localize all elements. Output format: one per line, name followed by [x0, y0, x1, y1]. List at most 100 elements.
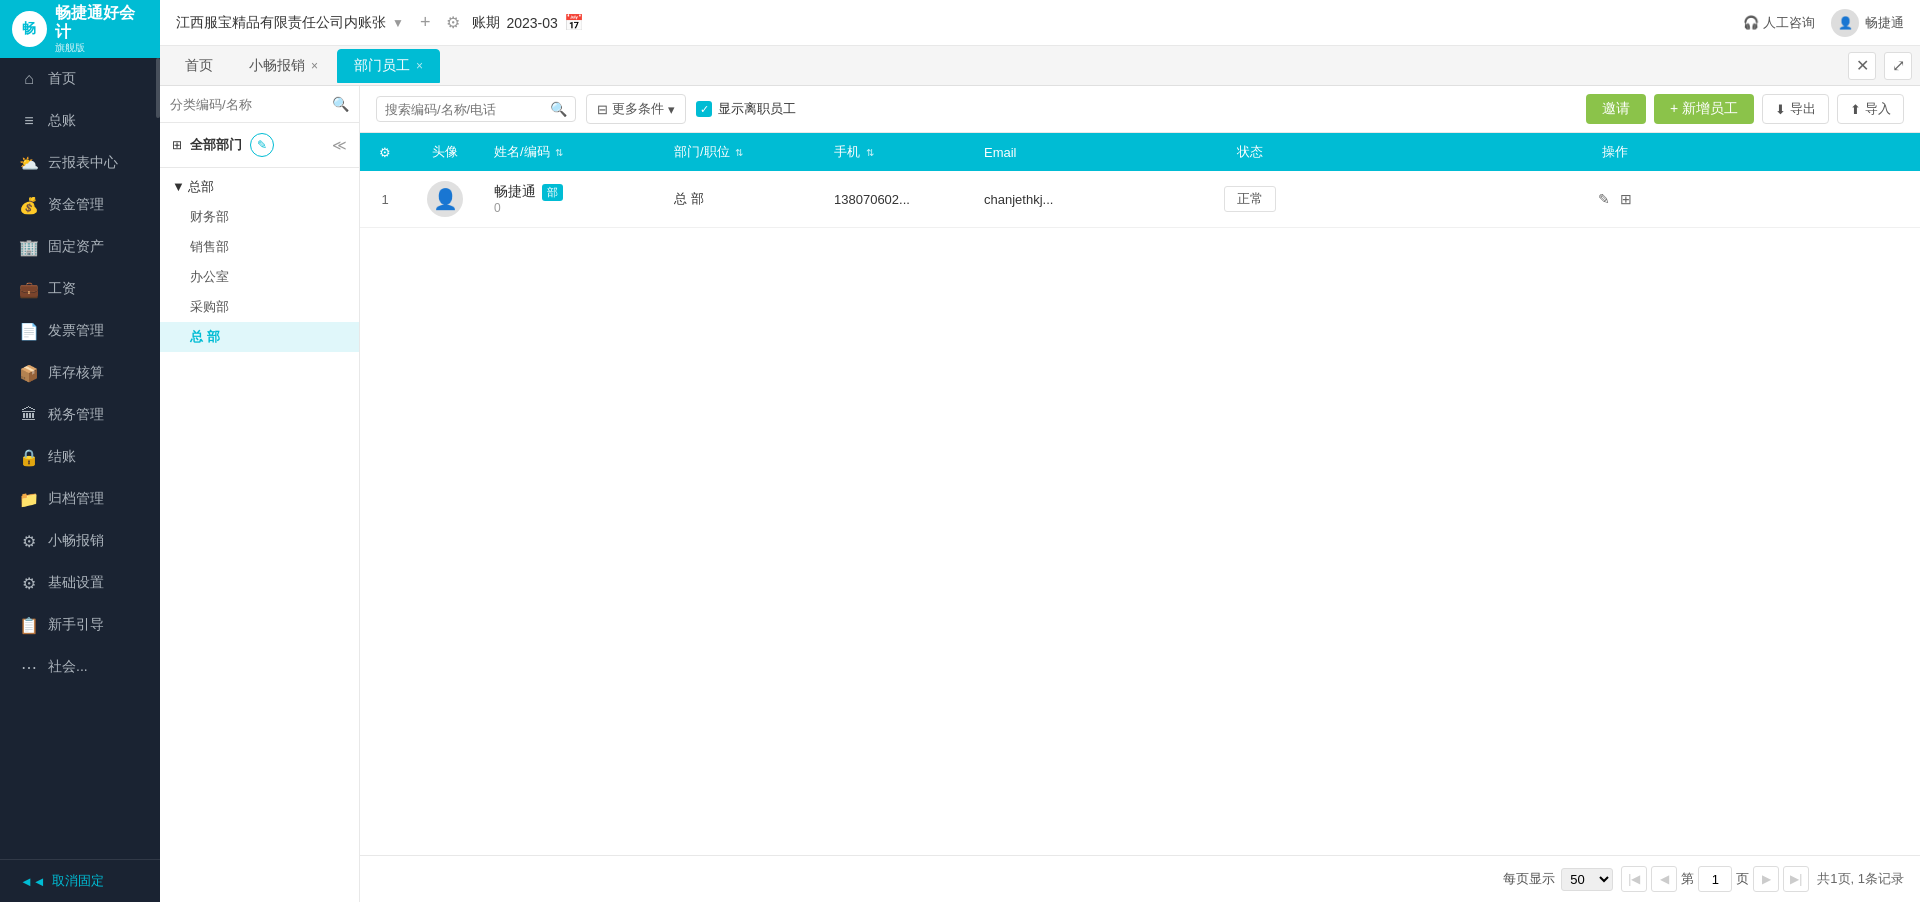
- gear-settings-icon[interactable]: ⚙: [379, 145, 391, 160]
- sidebar-item-more[interactable]: ⋯ 社会...: [0, 646, 160, 688]
- pager-prev-button[interactable]: ◀: [1651, 866, 1677, 892]
- dept-badge: 部: [542, 184, 563, 201]
- sidebar-item-label-tax: 税务管理: [48, 406, 104, 424]
- sidebar-item-general-ledger[interactable]: ≡ 总账: [0, 100, 160, 142]
- filter-icon: ⊟: [597, 102, 608, 117]
- sidebar-pin-toggle[interactable]: ◄◄ 取消固定: [0, 859, 160, 902]
- sidebar-item-label-bs: 基础设置: [48, 574, 104, 592]
- sidebar-item-label-fund: 资金管理: [48, 196, 104, 214]
- dept-edit-button[interactable]: ✎: [250, 133, 274, 157]
- invoice-icon: 📄: [20, 322, 38, 340]
- export-button[interactable]: ⬇ 导出: [1762, 94, 1829, 124]
- topbar-right: 🎧 人工咨询 👤 畅捷通: [1743, 9, 1904, 37]
- pager-first-button[interactable]: |◀: [1621, 866, 1647, 892]
- tab-close-button[interactable]: ✕: [1848, 52, 1876, 80]
- cloud-icon: ⛅: [20, 154, 38, 172]
- filter-button[interactable]: ⊟ 更多条件 ▾: [586, 94, 686, 124]
- filter-chevron-icon: ▾: [668, 102, 675, 117]
- dept-tree: ▼ 总部 财务部 销售部 办公室 采购部 总 部: [160, 168, 359, 902]
- invite-button[interactable]: 邀请: [1586, 94, 1646, 124]
- grid-icon: ⊞: [172, 138, 182, 152]
- employee-search-icon[interactable]: 🔍: [550, 101, 567, 117]
- avatar: 👤: [1831, 9, 1859, 37]
- sidebar-item-cloud-report[interactable]: ⛅ 云报表中心: [0, 142, 160, 184]
- sidebar-item-xiaochang[interactable]: ⚙ 小畅报销: [0, 520, 160, 562]
- user-menu[interactable]: 👤 畅捷通: [1831, 9, 1904, 37]
- sidebar-item-home[interactable]: ⌂ 首页: [0, 58, 160, 100]
- import-button[interactable]: ⬆ 导入: [1837, 94, 1904, 124]
- sidebar-item-payroll[interactable]: 💼 工资: [0, 268, 160, 310]
- pager-next-button[interactable]: ▶: [1753, 866, 1779, 892]
- pager-page-suffix: 页: [1736, 870, 1749, 888]
- tabs-actions: ✕ ⤢: [1848, 52, 1912, 80]
- dept-child-bangongshi[interactable]: 办公室: [160, 262, 359, 292]
- pin-icon: ◄◄: [20, 874, 46, 889]
- dept-search-icon[interactable]: 🔍: [332, 96, 349, 112]
- employee-search-input[interactable]: [385, 102, 544, 117]
- edit-icon[interactable]: ✎: [1598, 191, 1610, 207]
- sidebar-item-fund[interactable]: 💰 资金管理: [0, 184, 160, 226]
- status-badge: 正常: [1224, 186, 1276, 212]
- topbar: 江西服宝精品有限责任公司内账张 ▼ + ⚙ 账期 2023-03 📅 🎧 人工咨…: [160, 0, 1920, 46]
- toolbar-right: 邀请 + 新增员工 ⬇ 导出 ⬆ 导入: [1586, 94, 1904, 124]
- calendar-icon: 📅: [564, 13, 584, 32]
- sidebar-item-label-payroll: 工资: [48, 280, 76, 298]
- service-label: 人工咨询: [1763, 14, 1815, 32]
- filter-label: 更多条件: [612, 100, 664, 118]
- settings-gear-icon[interactable]: ⚙: [446, 13, 460, 32]
- pager-input[interactable]: [1698, 866, 1732, 892]
- dept-parent-zongbu: ▼ 总部: [160, 172, 359, 202]
- col-name[interactable]: 姓名/编码 ⇅: [480, 133, 660, 171]
- tab-xiaochang[interactable]: 小畅报销 ×: [232, 49, 335, 83]
- company-name: 江西服宝精品有限责任公司内账张: [176, 14, 386, 32]
- sidebar-item-label-inv2: 库存核算: [48, 364, 104, 382]
- sidebar-item-label-archive: 归档管理: [48, 490, 104, 508]
- more-icon: ⋯: [20, 658, 38, 676]
- tab-expand-button[interactable]: ⤢: [1884, 52, 1912, 80]
- dept-child-xiaoshoubu[interactable]: 销售部: [160, 232, 359, 262]
- assets-icon: 🏢: [20, 238, 38, 256]
- sidebar-item-tax[interactable]: 🏛 税务管理: [0, 394, 160, 436]
- col-dept[interactable]: 部门/职位 ⇅: [660, 133, 820, 171]
- service-button[interactable]: 🎧 人工咨询: [1743, 14, 1815, 32]
- dept-search-input[interactable]: [170, 97, 326, 112]
- period-label: 账期: [472, 14, 500, 32]
- sidebar-item-closing[interactable]: 🔒 结账: [0, 436, 160, 478]
- show-resigned-toggle[interactable]: ✓ 显示离职员工: [696, 100, 796, 118]
- logo-sub: 旗舰版: [55, 41, 148, 55]
- sidebar-item-guide[interactable]: 📋 新手引导: [0, 604, 160, 646]
- ledger-icon: ≡: [20, 112, 38, 130]
- tab-xiaochang-close[interactable]: ×: [311, 59, 318, 73]
- logout-icon[interactable]: ⊞: [1620, 191, 1632, 207]
- pager: |◀ ◀ 第 页 ▶ ▶|: [1621, 866, 1809, 892]
- sidebar-item-basic-settings[interactable]: ⚙ 基础设置: [0, 562, 160, 604]
- per-page-select[interactable]: 50 10 20 100: [1561, 868, 1613, 891]
- main-area: 江西服宝精品有限责任公司内账张 ▼ + ⚙ 账期 2023-03 📅 🎧 人工咨…: [160, 0, 1920, 902]
- ops-icons: ✎ ⊞: [1324, 191, 1906, 207]
- collapse-icon[interactable]: ≪: [332, 137, 347, 153]
- add-employee-button[interactable]: + 新增员工: [1654, 94, 1754, 124]
- dept-search-box: 🔍: [160, 86, 359, 123]
- name-wrapper: 畅捷通 部: [494, 183, 646, 201]
- sidebar-item-inventory[interactable]: 📦 库存核算: [0, 352, 160, 394]
- dept-child-caigoubu[interactable]: 采购部: [160, 292, 359, 322]
- content-area: 🔍 ⊞ 全部部门 ✎ ≪ ▼ 总部 财务部 销售部 办公室 采购部 总 部: [160, 86, 1920, 902]
- add-company-button[interactable]: +: [416, 12, 435, 33]
- sidebar-item-fixed-assets[interactable]: 🏢 固定资产: [0, 226, 160, 268]
- col-phone[interactable]: 手机 ⇅: [820, 133, 970, 171]
- sidebar-item-archive[interactable]: 📁 归档管理: [0, 478, 160, 520]
- inventory-icon: 📦: [20, 364, 38, 382]
- tab-dept[interactable]: 部门员工 ×: [337, 49, 440, 83]
- pager-page-label: 第: [1681, 870, 1694, 888]
- sidebar-item-invoice[interactable]: 📄 发票管理: [0, 310, 160, 352]
- total-info: 共1页, 1条记录: [1817, 870, 1904, 888]
- import-label: 导入: [1865, 100, 1891, 118]
- company-selector[interactable]: 江西服宝精品有限责任公司内账张 ▼: [176, 14, 404, 32]
- dept-child-zongbu[interactable]: 总 部: [160, 322, 359, 352]
- user-name: 畅捷通: [1865, 14, 1904, 32]
- pager-last-button[interactable]: ▶|: [1783, 866, 1809, 892]
- dept-child-caiwubu[interactable]: 财务部: [160, 202, 359, 232]
- period-selector[interactable]: 账期 2023-03 📅: [472, 13, 583, 32]
- tab-home[interactable]: 首页: [168, 49, 230, 83]
- tab-dept-close[interactable]: ×: [416, 59, 423, 73]
